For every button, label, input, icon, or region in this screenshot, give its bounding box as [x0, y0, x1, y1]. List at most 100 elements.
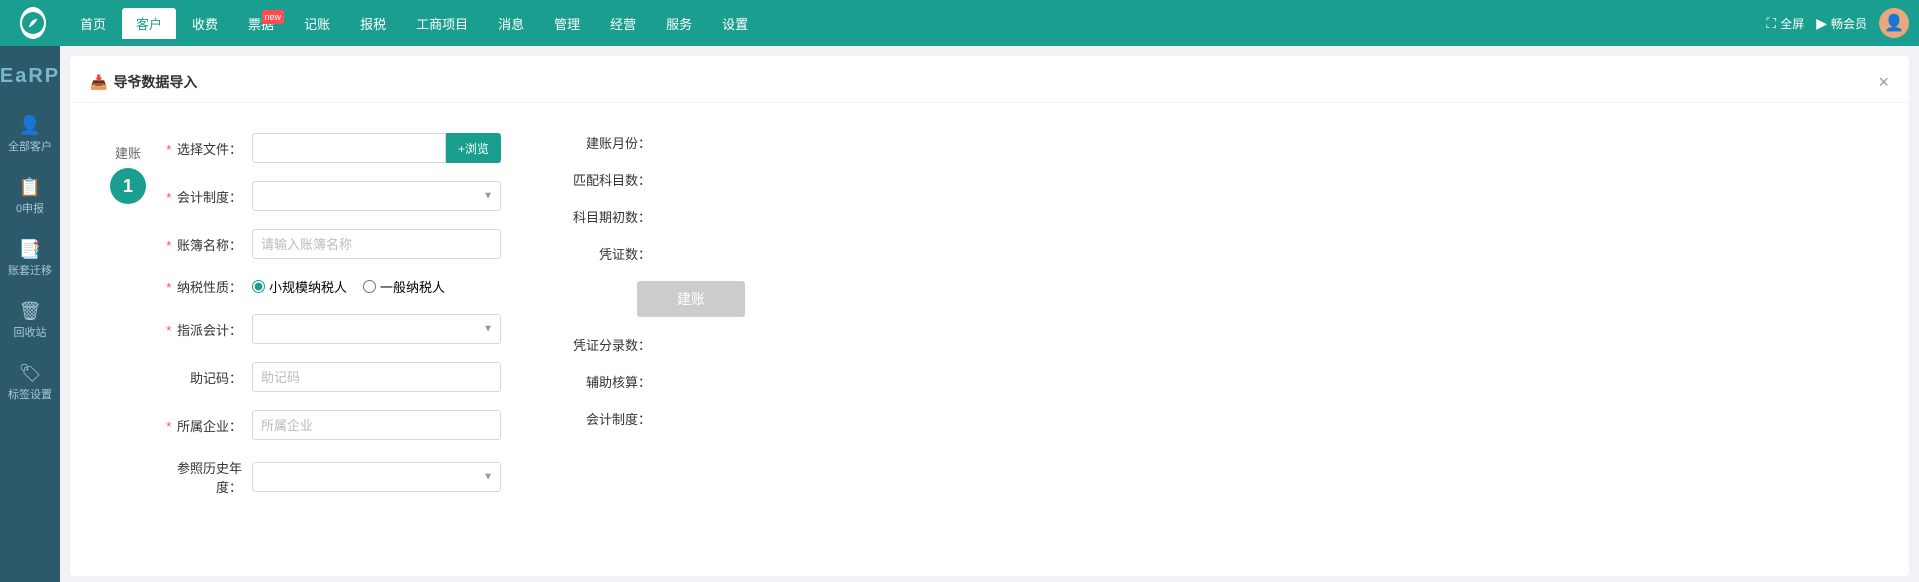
nav-item-message[interactable]: 消息 [484, 8, 538, 39]
aux-accounting-label: 辅助核算： [561, 372, 651, 391]
nav-items: 首页 客户 收费 票据 new 记账 报税 工商项目 消息 管理 经营 服务 设… [66, 8, 1766, 39]
company-input[interactable] [252, 410, 501, 440]
nav-item-ticket[interactable]: 票据 new [234, 8, 288, 39]
file-label: * 选择文件： [162, 139, 242, 158]
main-layout: EaRP 👤 全部客户 📋 0申报 📑 账套迁移 🗑 回收站 🏷 标签设置 [0, 46, 1919, 582]
tax-general[interactable]: 一般纳税人 [363, 277, 445, 296]
accounting-system-select[interactable] [252, 181, 501, 211]
tax-type-row: * 纳税性质： 小规模纳税人 一般纳税人 [162, 277, 501, 296]
required-star: * [166, 142, 171, 157]
history-year-label-text: 参照历史年度： [177, 461, 242, 495]
voucher-count-label: 凭证数： [561, 244, 651, 263]
tax-small-label: 小规模纳税人 [269, 277, 347, 296]
nav-item-service[interactable]: 服务 [652, 8, 706, 39]
sidebar-label-migrate: 账套迁移 [8, 262, 52, 278]
nav-item-manage[interactable]: 管理 [540, 8, 594, 39]
tax-type-radio-group: 小规模纳税人 一般纳税人 [252, 277, 445, 296]
avatar[interactable]: 👤 [1879, 8, 1909, 38]
sidebar-item-migrate[interactable]: 📑 账套迁移 [0, 230, 60, 288]
sidebar: EaRP 👤 全部客户 📋 0申报 📑 账套迁移 🗑 回收站 🏷 标签设置 [0, 46, 60, 582]
aux-accounting-row: 辅助核算： [561, 372, 821, 391]
history-year-select[interactable] [252, 462, 501, 492]
nav-item-accounting[interactable]: 记账 [290, 8, 344, 39]
company-label: * 所属企业： [162, 416, 242, 435]
fullscreen-label: 全屏 [1780, 15, 1804, 32]
accounting-system-label-text: 会计制度： [177, 190, 242, 205]
sidebar-label-zero-report: 0申报 [16, 200, 44, 216]
tax-type-label-text: 纳税性质： [177, 280, 242, 295]
fullscreen-icon: ⛶ [1766, 15, 1776, 32]
file-input[interactable] [252, 133, 446, 163]
browse-button[interactable]: +浏览 [446, 133, 501, 163]
history-year-select-wrapper: ▼ [252, 462, 501, 492]
avatar-icon: 👤 [1884, 13, 1904, 33]
build-month-row: 建账月份： [561, 133, 821, 152]
recycle-icon: 🗑 [19, 302, 42, 320]
ledger-name-input[interactable] [252, 229, 501, 259]
sidebar-item-all-clients[interactable]: 👤 全部客户 [0, 106, 60, 164]
tax-small-scale[interactable]: 小规模纳税人 [252, 277, 347, 296]
sidebar-label-tags: 标签设置 [8, 386, 52, 402]
play-icon: ▶ [1816, 15, 1827, 32]
build-button[interactable]: 建账 [637, 281, 745, 317]
sidebar-item-zero-report[interactable]: 📋 0申报 [0, 168, 60, 226]
accountant-label: * 指派会计： [162, 320, 242, 339]
accountant-select[interactable] [252, 314, 501, 344]
sidebar-item-tags[interactable]: 🏷 标签设置 [0, 354, 60, 412]
tags-icon: 🏷 [19, 364, 42, 382]
required-star5: * [166, 323, 171, 338]
memo-input[interactable] [252, 362, 501, 392]
sidebar-label-recycle: 回收站 [14, 324, 47, 340]
accountant-row: * 指派会计： ▼ [162, 314, 501, 344]
logo[interactable] [10, 0, 56, 46]
file-input-wrapper: +浏览 [252, 133, 501, 163]
top-nav: 首页 客户 收费 票据 new 记账 报税 工商项目 消息 管理 经营 服务 设… [0, 0, 1919, 46]
nav-item-settings[interactable]: 设置 [708, 8, 762, 39]
accounting-system-select-wrapper: ▼ [252, 181, 501, 211]
nav-item-client[interactable]: 客户 [122, 8, 176, 39]
brand-text: EaRP [0, 56, 60, 102]
migrate-icon: 📑 [19, 240, 41, 258]
build-btn-wrapper: 建账 [561, 281, 821, 317]
vip-button[interactable]: ▶ 畅会员 [1816, 15, 1867, 32]
required-star4: * [166, 280, 171, 295]
build-month-label: 建账月份： [561, 133, 651, 152]
tax-small-radio[interactable] [252, 280, 265, 293]
nav-item-tax[interactable]: 报税 [346, 8, 400, 39]
fullscreen-button[interactable]: ⛶ 全屏 [1766, 15, 1804, 32]
nav-item-fee[interactable]: 收费 [178, 8, 232, 39]
nav-item-home[interactable]: 首页 [66, 8, 120, 39]
all-clients-icon: 👤 [19, 116, 41, 134]
memo-label: 助记码： [162, 368, 242, 387]
import-panel: 📥 导爷数据导入 × 建账 1 [70, 56, 1909, 576]
accounting-system-label: * 会计制度： [162, 187, 242, 206]
required-star6: * [166, 419, 171, 434]
accountant-label-text: 指派会计： [177, 323, 242, 338]
sidebar-item-recycle[interactable]: 🗑 回收站 [0, 292, 60, 350]
file-label-text: 选择文件： [177, 142, 242, 157]
step-label: 建账 [115, 137, 141, 162]
voucher-count-row: 凭证数： [561, 244, 821, 263]
nav-item-business[interactable]: 工商项目 [402, 8, 482, 39]
ledger-name-row: * 账簿名称： [162, 229, 501, 259]
accounting-system2-row: 会计制度： [561, 409, 821, 428]
nav-right: ⛶ 全屏 ▶ 畅会员 👤 [1766, 8, 1909, 38]
file-row: * 选择文件： +浏览 [162, 133, 501, 163]
nav-item-operation[interactable]: 经营 [596, 8, 650, 39]
left-form: * 选择文件： +浏览 * 会计制度： [162, 133, 501, 514]
content-area: 📥 导爷数据导入 × 建账 1 [60, 46, 1919, 582]
zero-report-icon: 📋 [19, 178, 41, 196]
memo-label-text: 助记码： [190, 371, 242, 386]
import-icon: 📥 [90, 74, 107, 91]
right-form: 建账月份： 匹配科目数： 科目期初数： 凭证数： [561, 133, 821, 514]
tax-general-radio[interactable] [363, 280, 376, 293]
voucher-entries-row: 凭证分录数： [561, 335, 821, 354]
period-init-label: 科目期初数： [561, 207, 651, 226]
step-circle: 1 [110, 168, 146, 204]
ledger-name-label-text: 账簿名称： [177, 238, 242, 253]
memo-row: 助记码： [162, 362, 501, 392]
tax-general-label: 一般纳税人 [380, 277, 445, 296]
company-row: * 所属企业： [162, 410, 501, 440]
close-button[interactable]: × [1878, 73, 1889, 91]
history-year-label: 参照历史年度： [162, 458, 242, 496]
